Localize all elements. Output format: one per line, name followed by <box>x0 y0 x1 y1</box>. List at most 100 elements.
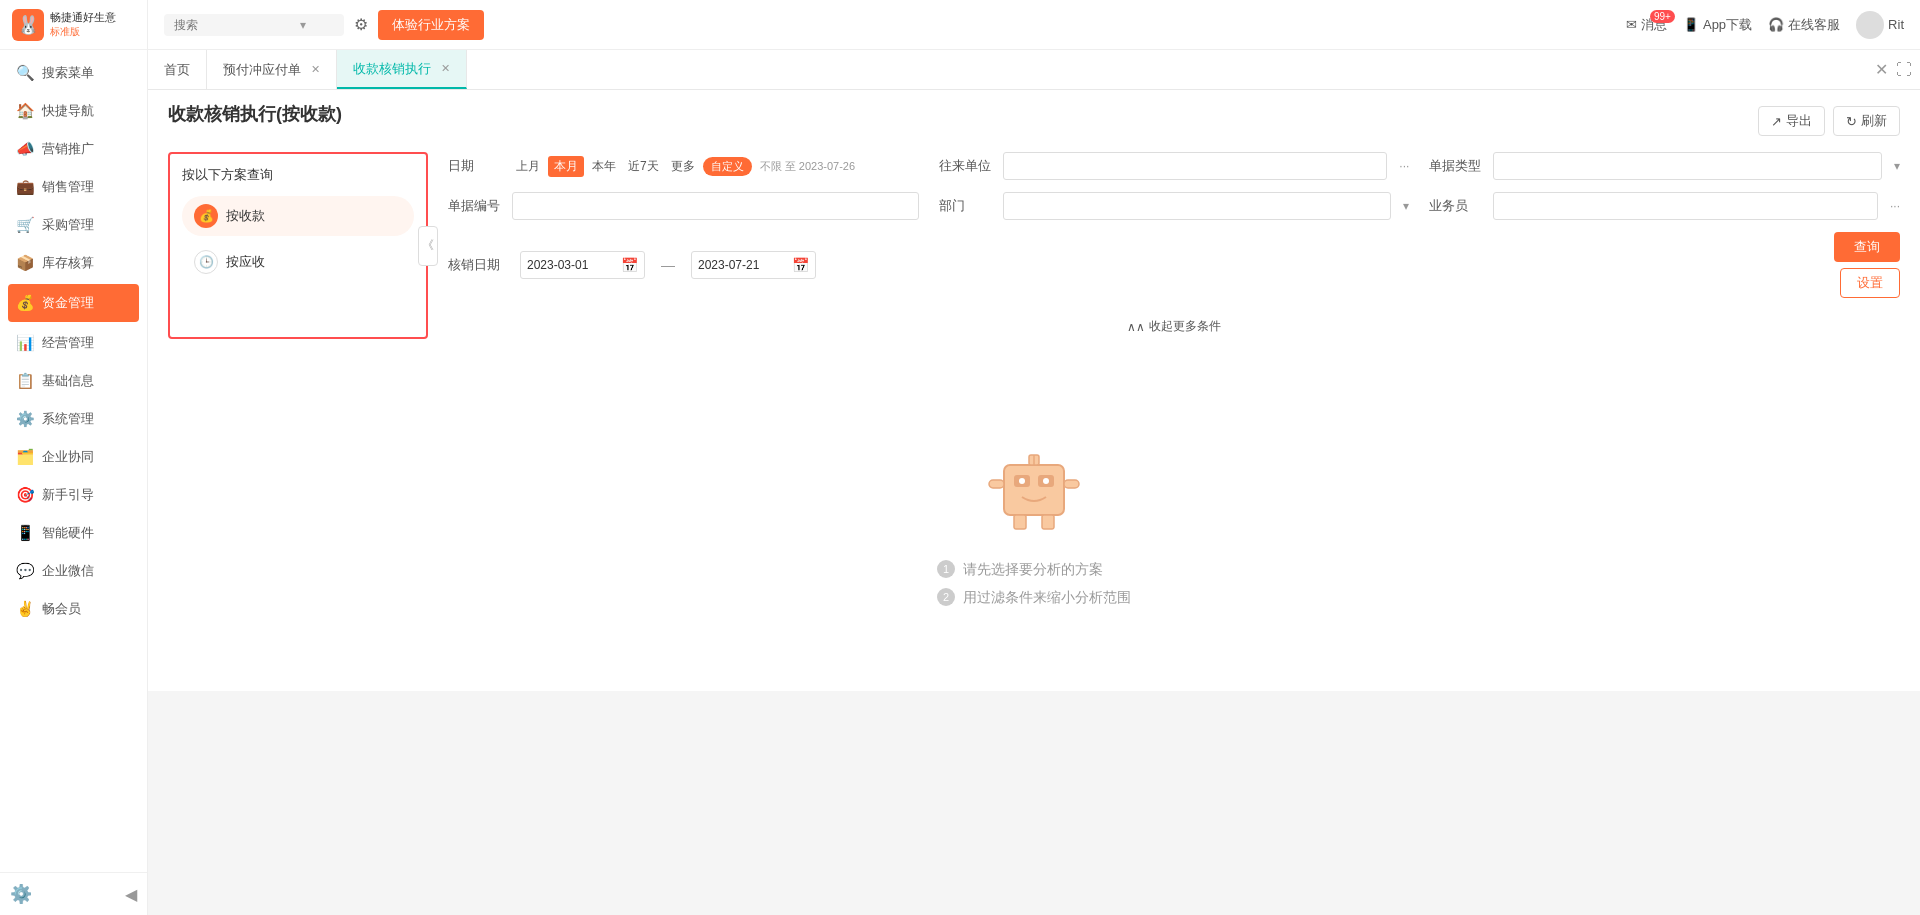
tab-receipt-offset[interactable]: 收款核销执行 ✕ <box>337 50 467 89</box>
date-label: 日期 <box>448 157 504 175</box>
sidebar-item-quick-nav[interactable]: 🏠 快捷导航 <box>0 92 147 130</box>
bill-number-input[interactable] <box>512 192 919 220</box>
counterparty-more-icon[interactable]: ··· <box>1399 159 1409 173</box>
counterparty-filter-row: 往来单位 ··· <box>939 152 1410 180</box>
date-note: 不限 至 2023-07-26 <box>760 159 855 174</box>
filter-by-receipt[interactable]: 💰 按收款 <box>182 196 414 236</box>
logo-text: 畅捷通好生意 <box>50 10 116 24</box>
collapse-more-button[interactable]: ∧∧ 收起更多条件 <box>448 314 1900 339</box>
sidebar-item-inventory[interactable]: 📦 库存核算 <box>0 244 147 282</box>
tab-receipt-close-icon[interactable]: ✕ <box>441 62 450 75</box>
sidebar-item-basic-info[interactable]: 📋 基础信息 <box>0 362 147 400</box>
bill-type-filter-row: 单据类型 ▾ <box>1429 152 1900 180</box>
staff-label: 业务员 <box>1429 197 1485 215</box>
quick-nav-icon: 🏠 <box>16 102 34 120</box>
filter-collapse-button[interactable]: 《 <box>418 226 438 266</box>
department-chevron-icon: ▾ <box>1403 199 1409 213</box>
finance-icon: 💰 <box>16 294 34 312</box>
date-options: 上月 本月 本年 近7天 更多 自定义 不限 至 2023-07-26 <box>512 156 855 177</box>
counterparty-input[interactable] <box>1003 152 1388 180</box>
sidebar-item-smart-hw[interactable]: 📱 智能硬件 <box>0 514 147 552</box>
avatar <box>1856 11 1884 39</box>
sidebar-item-purchase[interactable]: 🛒 采购管理 <box>0 206 147 244</box>
refresh-button[interactable]: ↻ 刷新 <box>1833 106 1900 136</box>
sidebar-item-operation[interactable]: 📊 经营管理 <box>0 324 147 362</box>
filter-by-receivable[interactable]: 🕒 按应收 <box>182 242 414 282</box>
tab-bar-end: ✕ ⛶ <box>467 50 1920 89</box>
export-icon: ↗ <box>1771 114 1782 129</box>
bill-type-select[interactable] <box>1493 152 1882 180</box>
date-start-calendar-icon[interactable]: 📅 <box>621 257 638 273</box>
export-button[interactable]: ↗ 导出 <box>1758 106 1825 136</box>
solution-button[interactable]: 体验行业方案 <box>378 10 484 40</box>
filter-row-2: 单据编号 部门 ▾ 业务员 ··· <box>448 192 1900 220</box>
verify-date-label: 核销日期 <box>448 256 504 274</box>
svg-rect-7 <box>989 480 1004 488</box>
empty-tip-2: 2 用过滤条件来缩小分析范围 <box>937 583 1131 611</box>
bill-number-filter-row: 单据编号 <box>448 192 919 220</box>
date-end-calendar-icon[interactable]: 📅 <box>792 257 809 273</box>
sidebar-item-sales[interactable]: 💼 销售管理 <box>0 168 147 206</box>
department-select[interactable] <box>1003 192 1392 220</box>
basic-info-icon: 📋 <box>16 372 34 390</box>
date-custom[interactable]: 自定义 <box>703 157 752 176</box>
filter-area: 按以下方案查询 💰 按收款 🕒 按应收 《 <box>148 136 1920 355</box>
date-more[interactable]: 更多 <box>667 156 699 177</box>
tab-bar: 首页 预付冲应付单 ✕ 收款核销执行 ✕ ✕ ⛶ <box>148 50 1920 90</box>
header-actions: ✉ 消息 99+ 📱 App下载 🎧 在线客服 Rit <box>1626 11 1904 39</box>
verify-date-start-input[interactable] <box>527 258 617 272</box>
smart-hw-icon: 📱 <box>16 524 34 542</box>
user-menu[interactable]: Rit <box>1856 11 1904 39</box>
logo-area: 🐰 畅捷通好生意 标准版 <box>0 0 147 50</box>
tab-prepay-close-icon[interactable]: ✕ <box>311 63 320 76</box>
collapse-sidebar-icon[interactable]: ◀ <box>125 885 137 904</box>
wechat-icon: 💬 <box>16 562 34 580</box>
receipt-option-icon: 💰 <box>194 204 218 228</box>
system-icon: ⚙️ <box>16 410 34 428</box>
sidebar-item-finance[interactable]: 💰 资金管理 <box>8 284 139 322</box>
date-7days[interactable]: 近7天 <box>624 156 663 177</box>
date-this-month[interactable]: 本月 <box>548 156 584 177</box>
sidebar-item-member[interactable]: ✌️ 畅会员 <box>0 590 147 628</box>
sidebar: 🐰 畅捷通好生意 标准版 🔍 搜索菜单 🏠 快捷导航 📣 营销推广 💼 销售管理… <box>0 0 148 915</box>
expand-tab-icon[interactable]: ⛶ <box>1896 61 1912 79</box>
sidebar-item-guide[interactable]: 🎯 新手引导 <box>0 476 147 514</box>
header-search-area[interactable]: ▾ <box>164 14 344 36</box>
enterprise-icon: 🗂️ <box>16 448 34 466</box>
staff-filter-row: 业务员 ··· <box>1429 192 1900 220</box>
header-search-input[interactable] <box>174 18 294 32</box>
sidebar-item-marketing[interactable]: 📣 营销推广 <box>0 130 147 168</box>
collapse-up-icon: ∧∧ <box>1127 320 1145 334</box>
sidebar-bottom: ⚙️ ◀ <box>0 872 147 915</box>
date-this-year[interactable]: 本年 <box>588 156 620 177</box>
tab-prepay-offset[interactable]: 预付冲应付单 ✕ <box>207 50 337 89</box>
inventory-icon: 📦 <box>16 254 34 272</box>
svg-rect-0 <box>1004 465 1064 515</box>
app-download-button[interactable]: 📱 App下载 <box>1683 16 1752 34</box>
svg-point-4 <box>1043 478 1049 484</box>
staff-more-icon[interactable]: ··· <box>1890 199 1900 213</box>
sidebar-item-system[interactable]: ⚙️ 系统管理 <box>0 400 147 438</box>
filter-left-panel: 按以下方案查询 💰 按收款 🕒 按应收 《 <box>168 152 428 339</box>
staff-input[interactable] <box>1493 192 1878 220</box>
sidebar-item-enterprise[interactable]: 🗂️ 企业协同 <box>0 438 147 476</box>
logo-sub: 标准版 <box>50 25 116 39</box>
message-button[interactable]: ✉ 消息 99+ <box>1626 16 1667 34</box>
filter-settings-button[interactable]: 设置 <box>1840 268 1900 298</box>
logo-icon: 🐰 <box>12 9 44 41</box>
department-label: 部门 <box>939 197 995 215</box>
date-last-month[interactable]: 上月 <box>512 156 544 177</box>
verify-date-end-input[interactable] <box>698 258 788 272</box>
customer-service-button[interactable]: 🎧 在线客服 <box>1768 16 1840 34</box>
tab-home[interactable]: 首页 <box>148 50 207 89</box>
main-area: ▾ ⚙ 体验行业方案 ✉ 消息 99+ 📱 App下载 🎧 在线客服 Rit <box>148 0 1920 915</box>
close-tab-icon[interactable]: ✕ <box>1875 60 1888 79</box>
settings-gear-icon[interactable]: ⚙ <box>354 15 368 34</box>
sidebar-item-wechat[interactable]: 💬 企业微信 <box>0 552 147 590</box>
marketing-icon: 📣 <box>16 140 34 158</box>
settings-icon[interactable]: ⚙️ <box>10 883 32 905</box>
date-filter-row: 日期 上月 本月 本年 近7天 更多 自定义 不限 至 2023-07-26 <box>448 156 919 177</box>
sidebar-item-search-menu[interactable]: 🔍 搜索菜单 <box>0 54 147 92</box>
search-menu-icon: 🔍 <box>16 64 34 82</box>
query-button[interactable]: 查询 <box>1834 232 1900 262</box>
